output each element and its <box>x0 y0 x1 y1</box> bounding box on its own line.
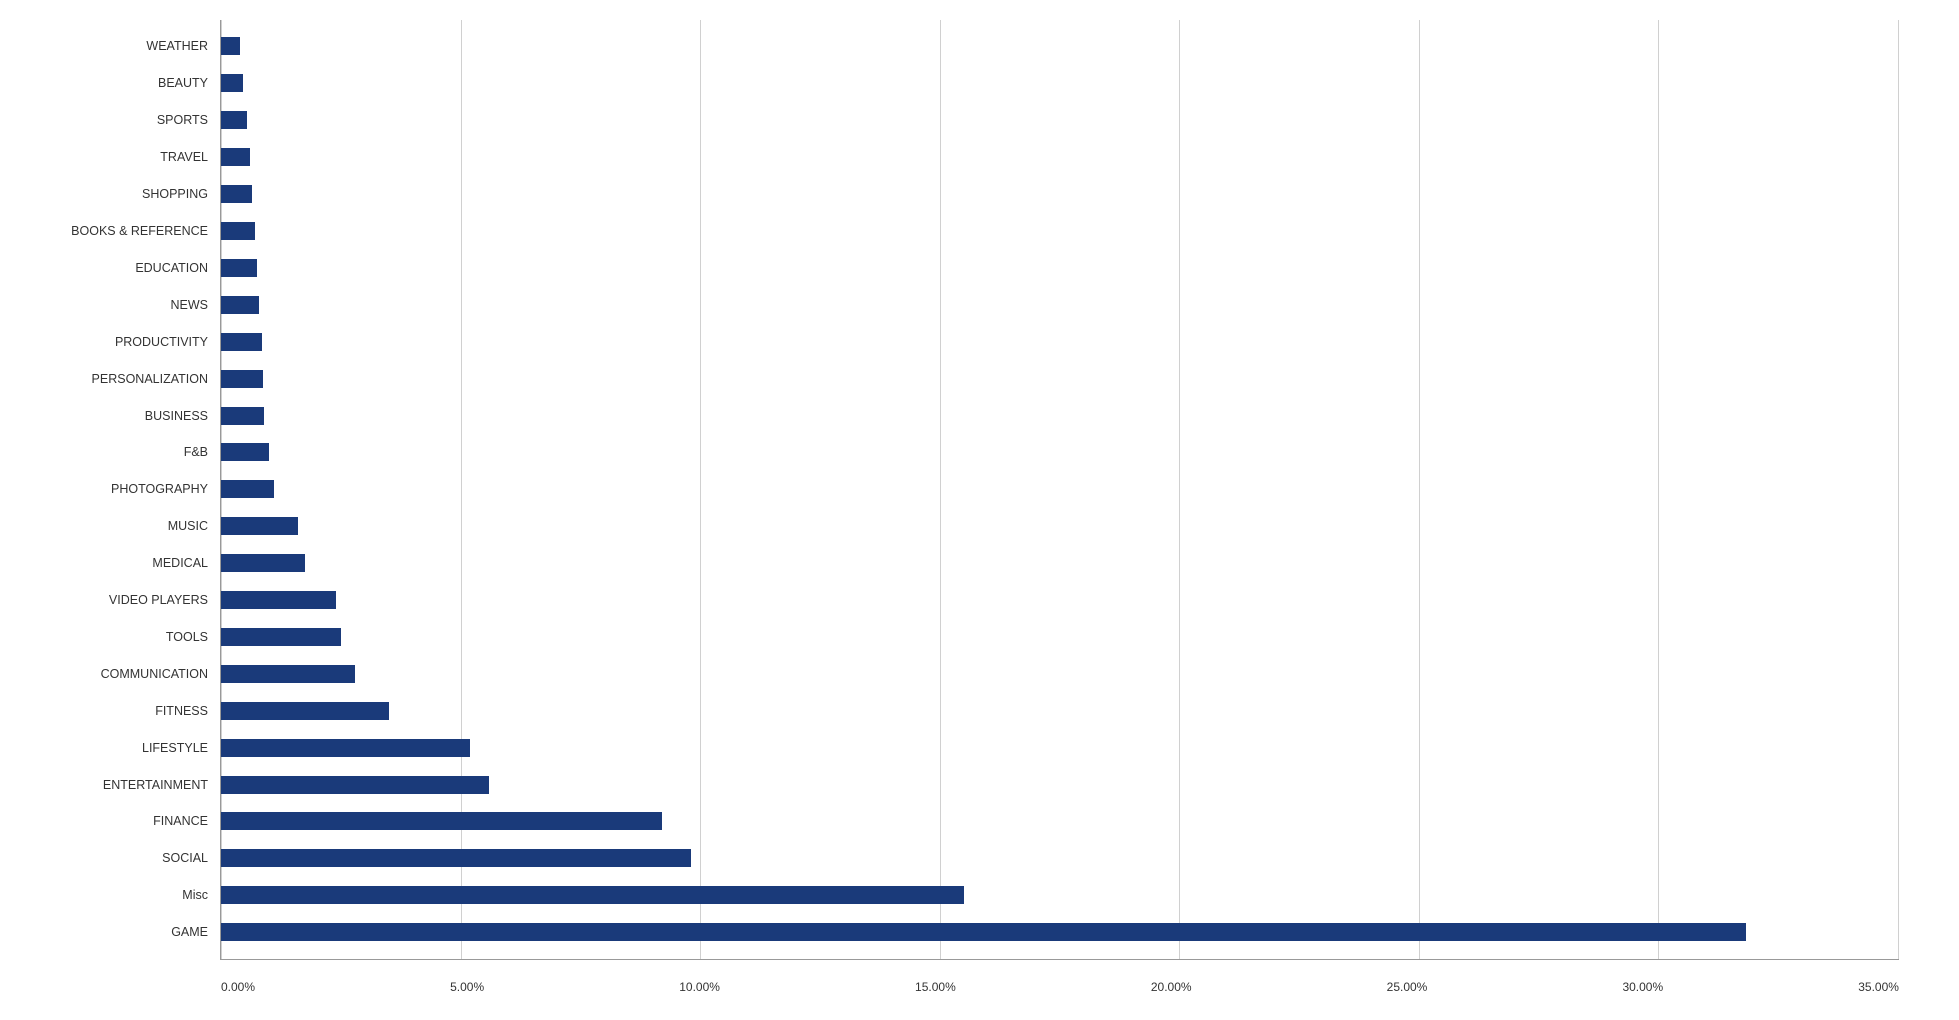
bars-wrapper <box>221 20 1899 959</box>
y-label: MUSIC <box>6 513 216 539</box>
bar-row <box>221 661 1899 687</box>
bar-row <box>221 882 1899 908</box>
y-label: BEAUTY <box>6 70 216 96</box>
y-label: PRODUCTIVITY <box>6 329 216 355</box>
bar <box>221 923 1746 941</box>
bar <box>221 812 662 830</box>
x-axis-labels: 0.00% 5.00% 10.00% 15.00% 20.00% 25.00% 30.00%… <box>221 980 1899 994</box>
bar-row <box>221 329 1899 355</box>
bar-row <box>221 218 1899 244</box>
bar-row <box>221 476 1899 502</box>
bar <box>221 370 263 388</box>
bar <box>221 443 269 461</box>
bar-row <box>221 439 1899 465</box>
bar-row <box>221 808 1899 834</box>
y-label: FINANCE <box>6 808 216 834</box>
y-label: VIDEO PLAYERS <box>6 587 216 613</box>
y-label: MEDICAL <box>6 550 216 576</box>
y-label: BUSINESS <box>6 403 216 429</box>
x-axis-label: 5.00% <box>450 980 484 994</box>
bar-row <box>221 513 1899 539</box>
bar-row <box>221 292 1899 318</box>
bar-row <box>221 698 1899 724</box>
bar <box>221 849 691 867</box>
bar-row <box>221 33 1899 59</box>
bar <box>221 37 240 55</box>
chart-area: WEATHERBEAUTYSPORTSTRAVELSHOPPINGBOOKS &… <box>220 20 1899 960</box>
bar <box>221 148 250 166</box>
bar <box>221 222 255 240</box>
bar <box>221 628 341 646</box>
x-axis-label: 25.00% <box>1387 980 1428 994</box>
bar-row <box>221 144 1899 170</box>
bar <box>221 480 274 498</box>
bar <box>221 886 964 904</box>
y-label: WEATHER <box>6 33 216 59</box>
bar <box>221 554 305 572</box>
y-label: TOOLS <box>6 624 216 650</box>
y-label: NEWS <box>6 292 216 318</box>
chart-container: WEATHER BEAUTY SPORTS TRAVEL SHOPPING BOOKS &… <box>0 0 1959 1020</box>
bar <box>221 517 298 535</box>
y-label: COMMUNICATION <box>6 661 216 687</box>
y-label: FITNESS <box>6 698 216 724</box>
bar <box>221 74 243 92</box>
bar-row <box>221 919 1899 945</box>
bar <box>221 259 257 277</box>
bar-row <box>221 550 1899 576</box>
bar <box>221 776 489 794</box>
bar <box>221 665 355 683</box>
y-label: PERSONALIZATION <box>6 366 216 392</box>
bar-row <box>221 181 1899 207</box>
bar-row <box>221 107 1899 133</box>
bar-row <box>221 845 1899 871</box>
bar-row <box>221 772 1899 798</box>
x-axis-label: 35.00% <box>1858 980 1899 994</box>
bar-row <box>221 624 1899 650</box>
bar <box>221 111 247 129</box>
y-label: Misc <box>6 882 216 908</box>
y-label: ENTERTAINMENT <box>6 772 216 798</box>
bar-row <box>221 735 1899 761</box>
y-axis-labels: WEATHER BEAUTY SPORTS TRAVEL SHOPPING BOOKS &… <box>6 20 216 959</box>
bar-row <box>221 255 1899 281</box>
bar <box>221 591 336 609</box>
y-label: EDUCATION <box>6 255 216 281</box>
x-axis-label: 10.00% <box>679 980 720 994</box>
y-label: SPORTS <box>6 107 216 133</box>
bar-row <box>221 587 1899 613</box>
y-label: TRAVEL <box>6 144 216 170</box>
x-axis-label: 15.00% <box>915 980 956 994</box>
x-axis-label: 20.00% <box>1151 980 1192 994</box>
bar <box>221 296 259 314</box>
bar <box>221 333 262 351</box>
y-label: GAME <box>6 919 216 945</box>
y-label: SHOPPING <box>6 181 216 207</box>
x-axis-label: 0.00% <box>221 980 255 994</box>
y-label: PHOTOGRAPHY <box>6 476 216 502</box>
y-label: BOOKS & REFERENCE <box>6 218 216 244</box>
bar-row <box>221 70 1899 96</box>
y-label: SOCIAL <box>6 845 216 871</box>
x-axis-label: 30.00% <box>1622 980 1663 994</box>
bar <box>221 407 264 425</box>
bar <box>221 702 389 720</box>
bar-row <box>221 403 1899 429</box>
bar <box>221 739 470 757</box>
y-label: LIFESTYLE <box>6 735 216 761</box>
bar-row <box>221 366 1899 392</box>
bar <box>221 185 252 203</box>
y-label: F&B <box>6 439 216 465</box>
